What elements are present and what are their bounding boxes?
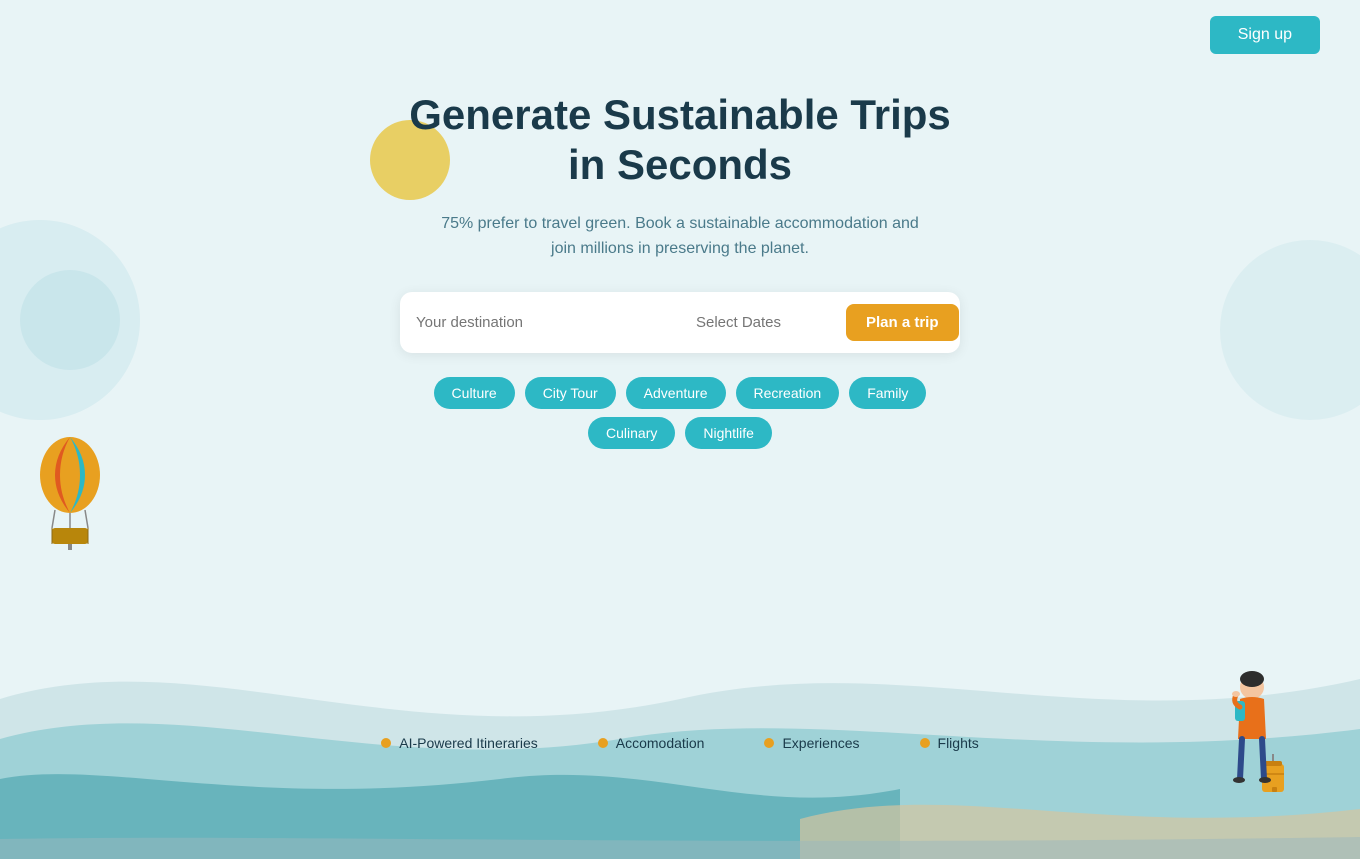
search-bar: Plan a trip — [400, 292, 960, 353]
plan-trip-button[interactable]: Plan a trip — [846, 304, 959, 341]
feature-ai-itineraries: AI-Powered Itineraries — [381, 735, 538, 751]
tag-culture[interactable]: Culture — [434, 377, 515, 409]
feature-label-2: Accomodation — [616, 735, 705, 751]
features-bar: AI-Powered Itineraries Accomodation Expe… — [0, 735, 1360, 751]
destination-input[interactable] — [416, 314, 615, 331]
tag-culinary[interactable]: Culinary — [588, 417, 675, 449]
main-content: Generate Sustainable Trips in Seconds 75… — [0, 60, 1360, 457]
feature-label-1: AI-Powered Itineraries — [399, 735, 538, 751]
feature-dot-4 — [920, 738, 930, 748]
tag-family[interactable]: Family — [849, 377, 926, 409]
tag-recreation[interactable]: Recreation — [736, 377, 840, 409]
hero-subtitle: 75% prefer to travel green. Book a susta… — [440, 211, 920, 262]
signup-button[interactable]: Sign up — [1210, 16, 1320, 54]
feature-accommodation: Accomodation — [598, 735, 705, 751]
tag-city-tour[interactable]: City Tour — [525, 377, 616, 409]
feature-flights: Flights — [920, 735, 979, 751]
header: Sign up — [0, 0, 1360, 70]
feature-dot-1 — [381, 738, 391, 748]
traveler-decoration — [1220, 659, 1300, 799]
tags-row-1: Culture City Tour Adventure Recreation F… — [434, 377, 927, 409]
tag-adventure[interactable]: Adventure — [626, 377, 726, 409]
feature-dot-3 — [764, 738, 774, 748]
hot-air-balloon-decoration — [30, 430, 110, 550]
page-title: Generate Sustainable Trips in Seconds — [409, 90, 951, 191]
tag-nightlife[interactable]: Nightlife — [685, 417, 772, 449]
dates-input[interactable] — [639, 314, 838, 331]
feature-label-4: Flights — [938, 735, 979, 751]
feature-dot-2 — [598, 738, 608, 748]
feature-label-3: Experiences — [782, 735, 859, 751]
waves-decoration — [0, 579, 1360, 859]
tags-row-2: Culinary Nightlife — [588, 417, 772, 449]
feature-experiences: Experiences — [764, 735, 859, 751]
